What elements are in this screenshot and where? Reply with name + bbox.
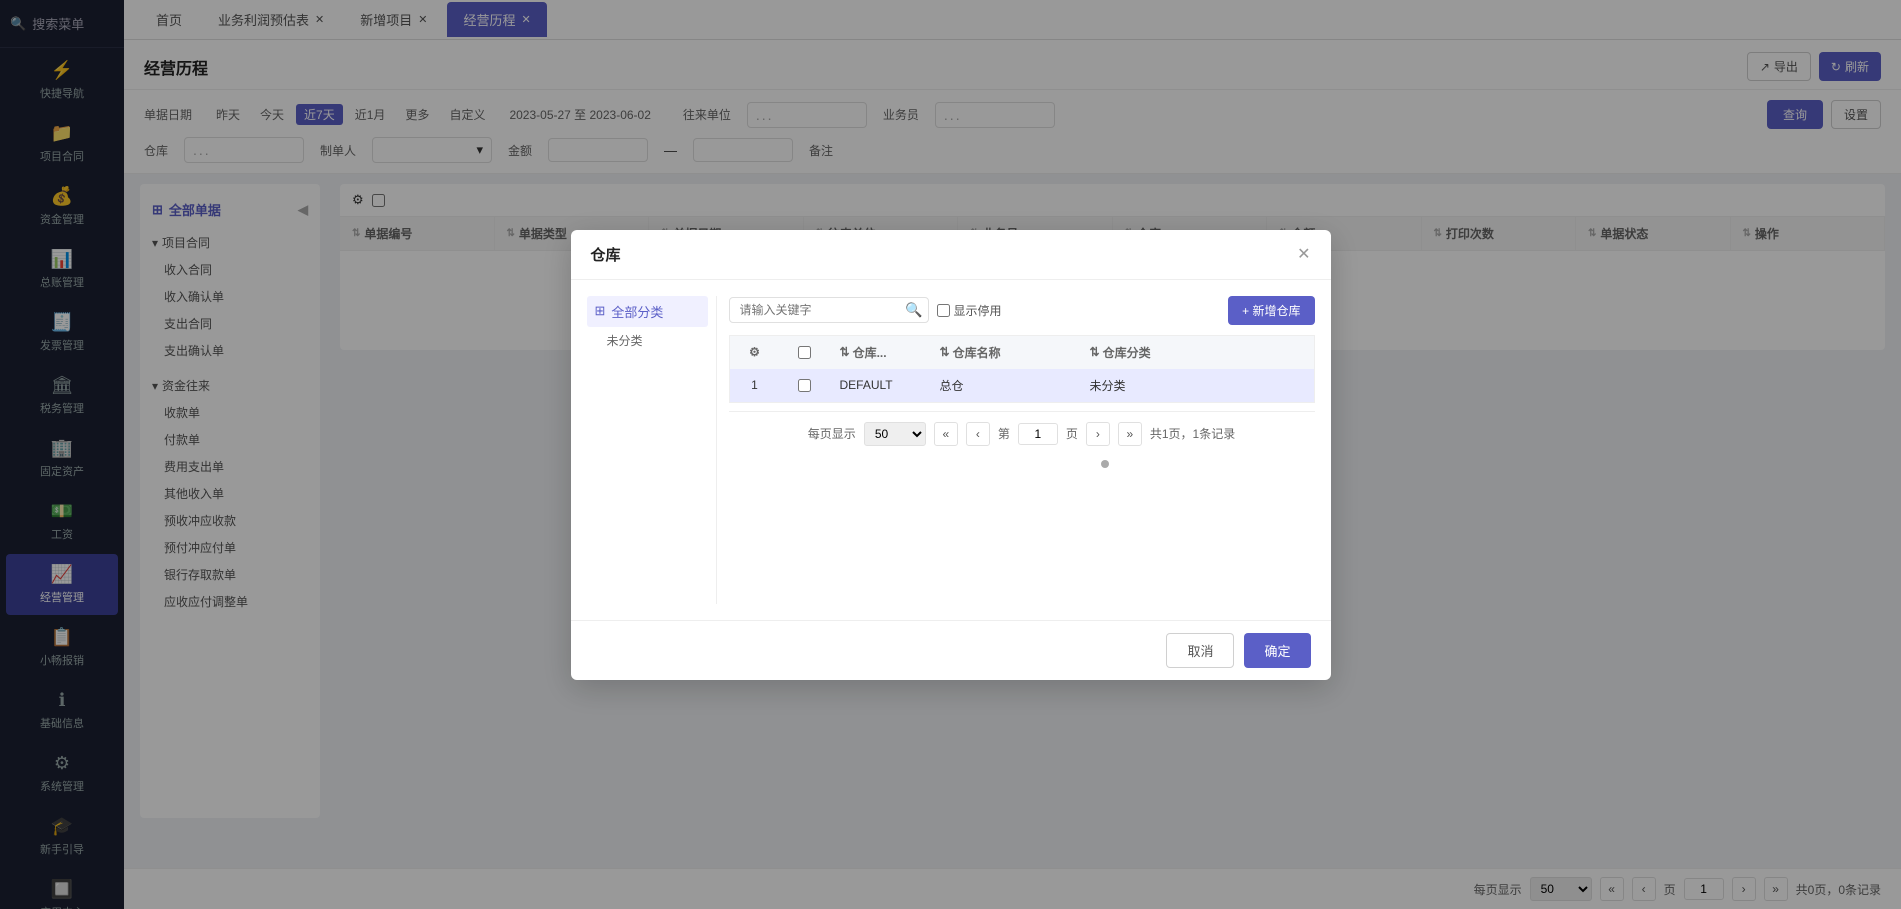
modal-page-suffix: 页: [1066, 425, 1078, 442]
modal-last-page[interactable]: »: [1118, 422, 1142, 446]
modal-title: 仓库: [591, 244, 621, 265]
sort-icon: ⇅: [1090, 345, 1100, 359]
modal-th-name[interactable]: ⇅ 仓库名称: [930, 336, 1080, 369]
modal-sidebar-scroll[interactable]: [1101, 460, 1109, 468]
modal-footer: 取消 确定: [571, 620, 1331, 680]
sort-icon: ⇅: [940, 345, 950, 359]
warehouse-modal: 仓库 ✕ ⊞ 全部分类 未分类 🔍: [571, 230, 1331, 680]
modal-th-code[interactable]: ⇅ 仓库...: [830, 336, 930, 369]
modal-table-header: ⚙ ⇅ 仓库... ⇅ 仓库名称 ⇅ 仓库分类: [729, 335, 1315, 369]
modal-cancel-button[interactable]: 取消: [1166, 633, 1234, 668]
modal-toolbar: 🔍 显示停用 + 新增仓库: [729, 296, 1315, 325]
modal-select-all[interactable]: [798, 346, 811, 359]
modal-per-page-label: 每页显示: [808, 425, 856, 442]
modal-next-page[interactable]: ›: [1086, 422, 1110, 446]
modal-sidebar-unclassified[interactable]: 未分类: [587, 327, 708, 354]
modal-th-settings: ⚙: [730, 336, 780, 369]
modal-td-index: 1: [730, 369, 780, 402]
settings-icon[interactable]: ⚙: [749, 345, 760, 359]
modal-header: 仓库 ✕: [571, 230, 1331, 280]
warehouse-search-input[interactable]: [729, 297, 929, 323]
add-warehouse-button[interactable]: + 新增仓库: [1228, 296, 1314, 325]
modal-td-check[interactable]: [780, 369, 830, 402]
modal-sidebar: ⊞ 全部分类 未分类: [587, 296, 717, 604]
modal-th-category[interactable]: ⇅ 仓库分类: [1080, 336, 1314, 369]
modal-page-input[interactable]: [1018, 423, 1058, 445]
modal-close-button[interactable]: ✕: [1297, 244, 1310, 264]
modal-prev-page[interactable]: ‹: [966, 422, 990, 446]
modal-table-row[interactable]: 1 DEFAULT 总仓 未分类: [729, 369, 1315, 403]
search-wrap: 🔍: [729, 297, 929, 323]
modal-total: 共1页，1条记录: [1150, 425, 1235, 442]
modal-overlay: 仓库 ✕ ⊞ 全部分类 未分类 🔍: [0, 0, 1901, 909]
modal-content: 🔍 显示停用 + 新增仓库 ⚙ ⇅ 仓库...: [717, 296, 1315, 604]
modal-first-page[interactable]: «: [934, 422, 958, 446]
modal-table-body: 1 DEFAULT 总仓 未分类: [729, 369, 1315, 403]
row-checkbox[interactable]: [798, 379, 811, 392]
modal-td-category: 未分类: [1080, 369, 1314, 402]
modal-per-page-select[interactable]: 50: [864, 422, 926, 446]
modal-confirm-button[interactable]: 确定: [1244, 633, 1310, 668]
modal-sidebar-all-category[interactable]: ⊞ 全部分类: [587, 296, 708, 327]
modal-page-label: 第: [998, 425, 1010, 442]
show-disabled-checkbox[interactable]: [937, 304, 950, 317]
show-disabled-label[interactable]: 显示停用: [937, 302, 1002, 319]
sort-icon: ⇅: [840, 345, 850, 359]
modal-pagination: 每页显示 50 « ‹ 第 页 › » 共1页，1条记录: [729, 411, 1315, 450]
modal-th-checkbox: [780, 336, 830, 369]
modal-td-code: DEFAULT: [830, 369, 930, 402]
search-icon[interactable]: 🔍: [905, 302, 922, 319]
modal-td-name: 总仓: [930, 369, 1080, 402]
modal-body: ⊞ 全部分类 未分类 🔍 显示停用: [571, 280, 1331, 620]
grid-icon: ⊞: [595, 303, 606, 319]
